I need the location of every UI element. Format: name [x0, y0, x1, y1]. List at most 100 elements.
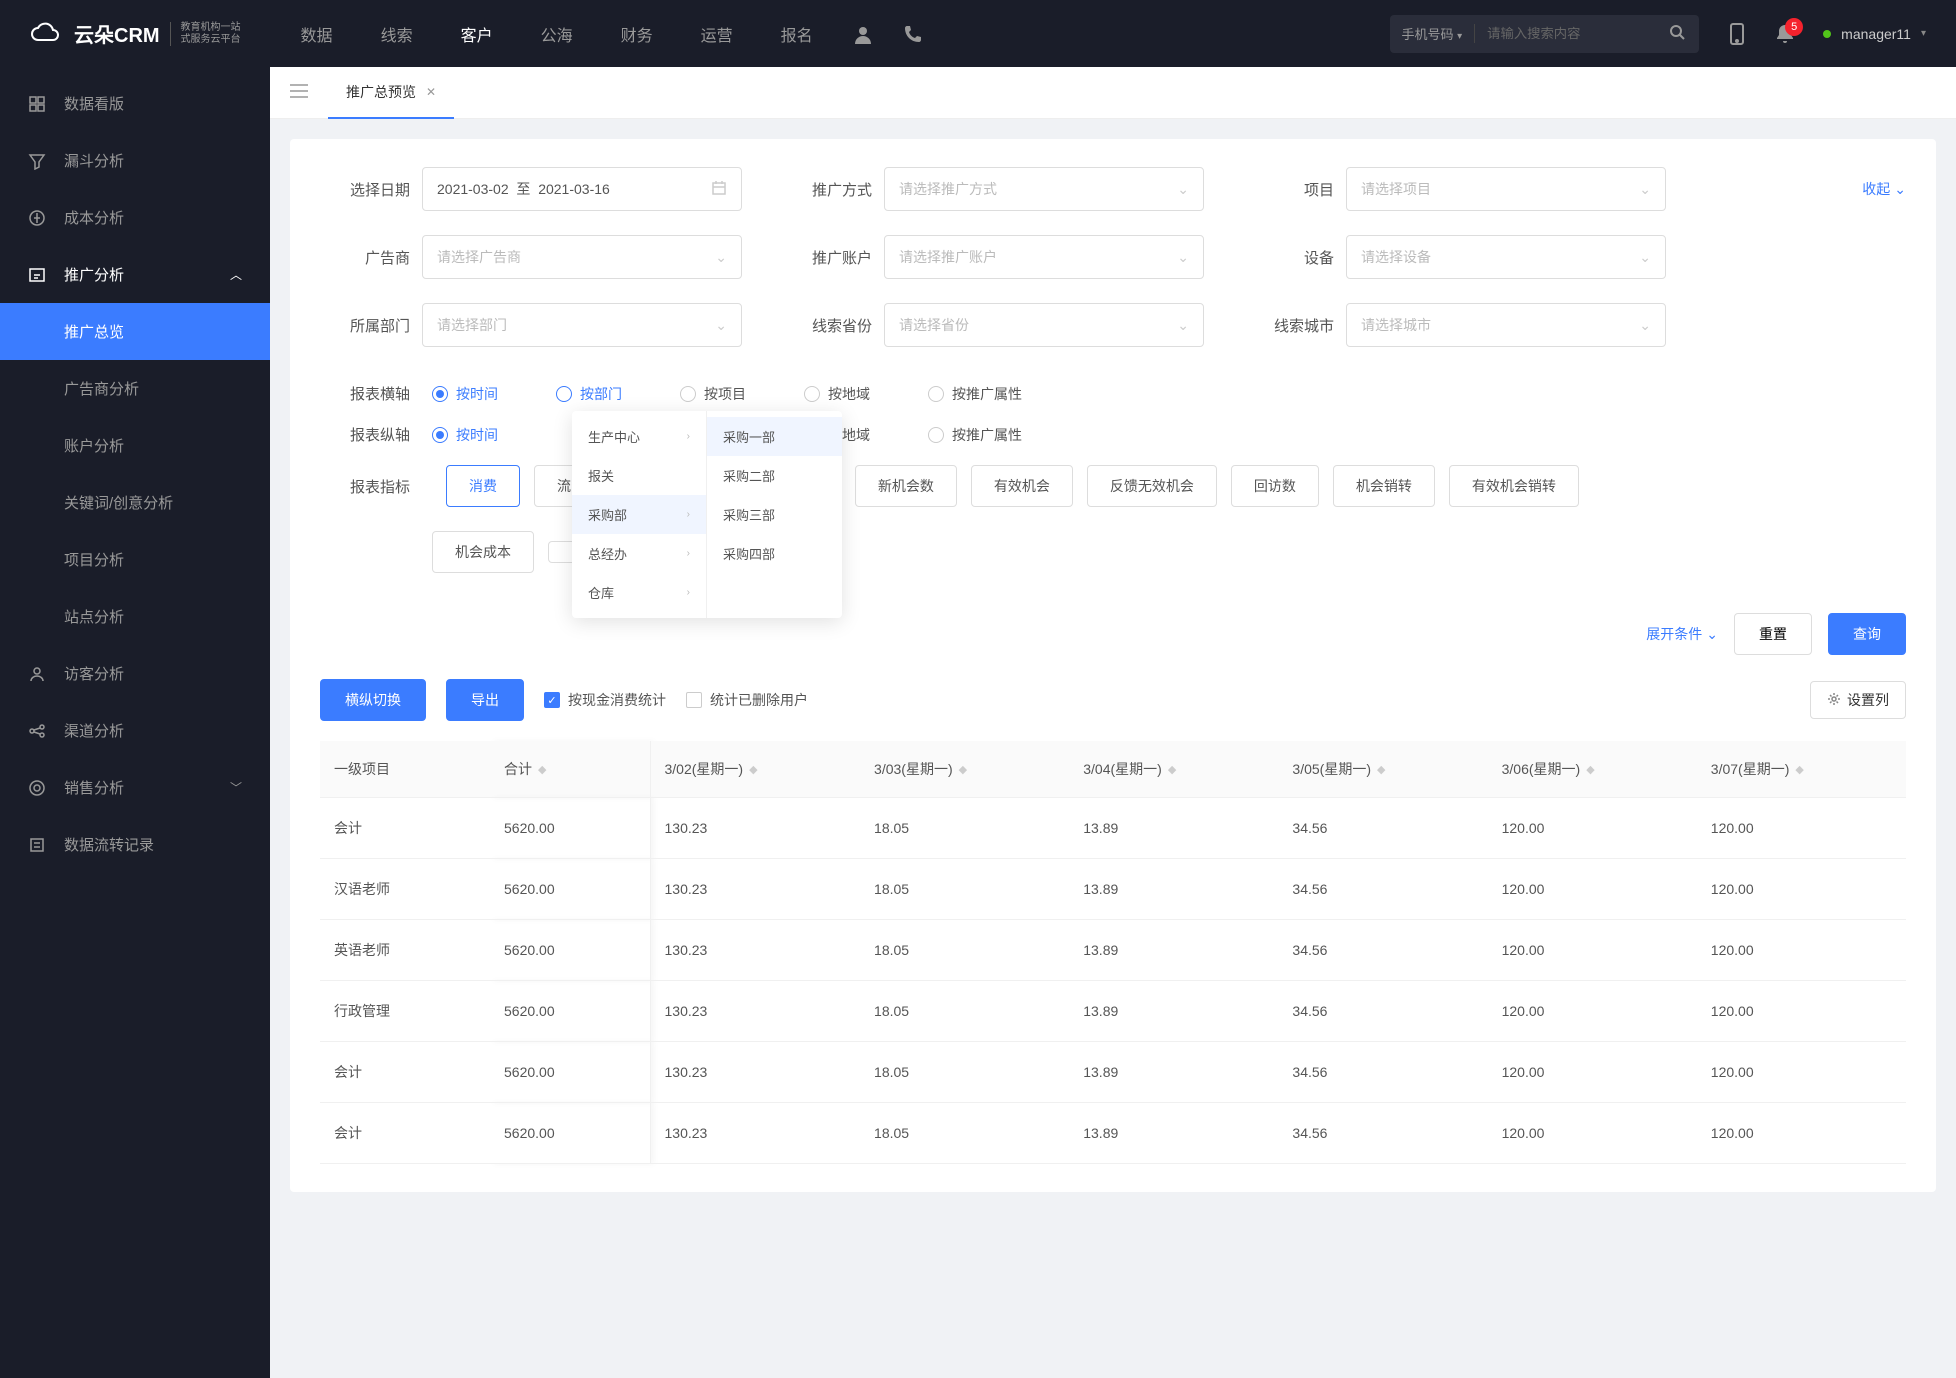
tab-overview[interactable]: 推广总预览 ✕: [328, 67, 454, 119]
search-icon[interactable]: [1655, 24, 1699, 43]
dd-item-gm[interactable]: 总经办›: [572, 534, 706, 573]
nav-ops[interactable]: 运营: [701, 22, 733, 46]
adv-select[interactable]: 请选择广告商⌄: [422, 235, 742, 279]
sidebar-sub-advertiser[interactable]: 广告商分析: [0, 360, 270, 417]
sort-icon: ◆: [1168, 763, 1176, 776]
table-cell: 13.89: [1069, 1042, 1278, 1103]
sidebar-item-funnel[interactable]: 漏斗分析: [0, 132, 270, 189]
chip-validopp[interactable]: 有效机会: [971, 465, 1073, 507]
search-type-select[interactable]: 手机号码 ▾: [1390, 24, 1476, 43]
deleted-stats-checkbox[interactable]: 统计已删除用户: [686, 690, 808, 710]
th-item[interactable]: 一级项目: [320, 741, 490, 798]
reset-button[interactable]: 重置: [1734, 613, 1812, 655]
sidebar-item-channel[interactable]: 渠道分析: [0, 702, 270, 759]
person-icon[interactable]: [853, 24, 873, 44]
th-d5[interactable]: 3/06(星期一)◆: [1488, 741, 1697, 798]
project-label: 项目: [1244, 179, 1334, 200]
chip-validconv[interactable]: 有效机会销转: [1449, 465, 1579, 507]
dd-item-p1[interactable]: 采购一部: [707, 417, 842, 456]
project-select[interactable]: 请选择项目⌄: [1346, 167, 1666, 211]
sidebar-item-visitor[interactable]: 访客分析: [0, 645, 270, 702]
chevron-up-icon: ︿: [230, 266, 242, 283]
sidebar-item-promo[interactable]: 推广分析 ︿: [0, 246, 270, 303]
table-cell: 18.05: [860, 798, 1069, 859]
table-cell: 130.23: [650, 798, 860, 859]
dept-label: 所属部门: [320, 315, 410, 336]
chip-newopp[interactable]: 新机会数: [855, 465, 957, 507]
chip-invalid[interactable]: 反馈无效机会: [1087, 465, 1217, 507]
sort-icon: ◆: [749, 763, 757, 776]
nav-data[interactable]: 数据: [301, 22, 333, 46]
acct-select[interactable]: 请选择推广账户⌄: [884, 235, 1204, 279]
sidebar-sub-keyword[interactable]: 关键词/创意分析: [0, 474, 270, 531]
query-button[interactable]: 查询: [1828, 613, 1906, 655]
nav-clue[interactable]: 线索: [381, 22, 413, 46]
checkbox-icon: [686, 692, 702, 708]
sidebar-item-dashboard[interactable]: 数据看版: [0, 75, 270, 132]
bell-icon[interactable]: 5: [1775, 24, 1795, 44]
nav-signup[interactable]: 报名: [781, 22, 813, 46]
method-select[interactable]: 请选择推广方式⌄: [884, 167, 1204, 211]
table-cell: 5620.00: [490, 1103, 650, 1164]
th-d6[interactable]: 3/07(星期一)◆: [1697, 741, 1906, 798]
radio-h-dept[interactable]: 按部门: [556, 384, 622, 404]
menu-toggle-icon[interactable]: [290, 84, 308, 101]
swap-button[interactable]: 横纵切换: [320, 679, 426, 721]
table-row: 会计5620.00130.2318.0513.8934.56120.00120.…: [320, 798, 1906, 859]
dd-item-customs[interactable]: 报关: [572, 456, 706, 495]
radio-h-attr[interactable]: 按推广属性: [928, 384, 1022, 404]
device-icon[interactable]: [1727, 24, 1747, 44]
radio-h-project[interactable]: 按项目: [680, 384, 746, 404]
user-menu[interactable]: manager11 ▾: [1823, 26, 1926, 42]
dd-item-purchase[interactable]: 采购部›: [572, 495, 706, 534]
radio-v-attr[interactable]: 按推广属性: [928, 425, 1022, 445]
device-select[interactable]: 请选择设备⌄: [1346, 235, 1666, 279]
th-d3[interactable]: 3/04(星期一)◆: [1069, 741, 1278, 798]
radio-h-time[interactable]: 按时间: [432, 384, 498, 404]
radio-v-time[interactable]: 按时间: [432, 425, 498, 445]
export-button[interactable]: 导出: [446, 679, 524, 721]
nav-customer[interactable]: 客户: [461, 22, 493, 46]
columns-button[interactable]: 设置列: [1810, 681, 1906, 719]
th-d2[interactable]: 3/03(星期一)◆: [860, 741, 1069, 798]
th-d4[interactable]: 3/05(星期一)◆: [1278, 741, 1487, 798]
sidebar-sub-overview[interactable]: 推广总览: [0, 303, 270, 360]
nav-sea[interactable]: 公海: [541, 22, 573, 46]
table-cell: 18.05: [860, 920, 1069, 981]
city-select[interactable]: 请选择城市⌄: [1346, 303, 1666, 347]
nav-finance[interactable]: 财务: [621, 22, 653, 46]
expand-conditions-link[interactable]: 展开条件⌄: [1646, 624, 1718, 644]
date-picker[interactable]: 2021-03-02 至 2021-03-16: [422, 167, 742, 211]
chip-oppcost[interactable]: 机会成本: [432, 531, 534, 573]
cash-stats-checkbox[interactable]: 按现金消费统计: [544, 690, 666, 710]
dd-item-prod[interactable]: 生产中心›: [572, 417, 706, 456]
table-cell: 130.23: [650, 981, 860, 1042]
dd-item-p4[interactable]: 采购四部: [707, 534, 842, 573]
chip-revisit[interactable]: 回访数: [1231, 465, 1319, 507]
close-icon[interactable]: ✕: [426, 85, 436, 99]
phone-icon[interactable]: [903, 24, 923, 44]
chip-consume[interactable]: 消费: [446, 465, 520, 507]
chevron-down-icon: ⌄: [715, 317, 727, 334]
th-d1[interactable]: 3/02(星期一)◆: [650, 741, 860, 798]
gear-icon: [1827, 692, 1841, 709]
radio-h-region[interactable]: 按地域: [804, 384, 870, 404]
sidebar-item-cost[interactable]: 成本分析: [0, 189, 270, 246]
sidebar-sub-project[interactable]: 项目分析: [0, 531, 270, 588]
table-cell: 120.00: [1697, 1042, 1906, 1103]
dd-item-p3[interactable]: 采购三部: [707, 495, 842, 534]
sidebar-item-flow[interactable]: 数据流转记录: [0, 816, 270, 873]
prov-select[interactable]: 请选择省份⌄: [884, 303, 1204, 347]
th-total[interactable]: 合计◆: [490, 741, 650, 798]
dd-item-p2[interactable]: 采购二部: [707, 456, 842, 495]
table-cell: 120.00: [1488, 798, 1697, 859]
search-input[interactable]: [1475, 26, 1655, 41]
collapse-link[interactable]: 收起⌄: [1862, 179, 1906, 199]
sidebar-sub-site[interactable]: 站点分析: [0, 588, 270, 645]
dd-item-warehouse[interactable]: 仓库›: [572, 573, 706, 612]
dept-select[interactable]: 请选择部门⌄: [422, 303, 742, 347]
chevron-down-icon: ⌄: [1639, 249, 1651, 266]
chip-conv[interactable]: 机会销转: [1333, 465, 1435, 507]
sidebar-item-sales[interactable]: 销售分析 ﹀: [0, 759, 270, 816]
sidebar-sub-account[interactable]: 账户分析: [0, 417, 270, 474]
